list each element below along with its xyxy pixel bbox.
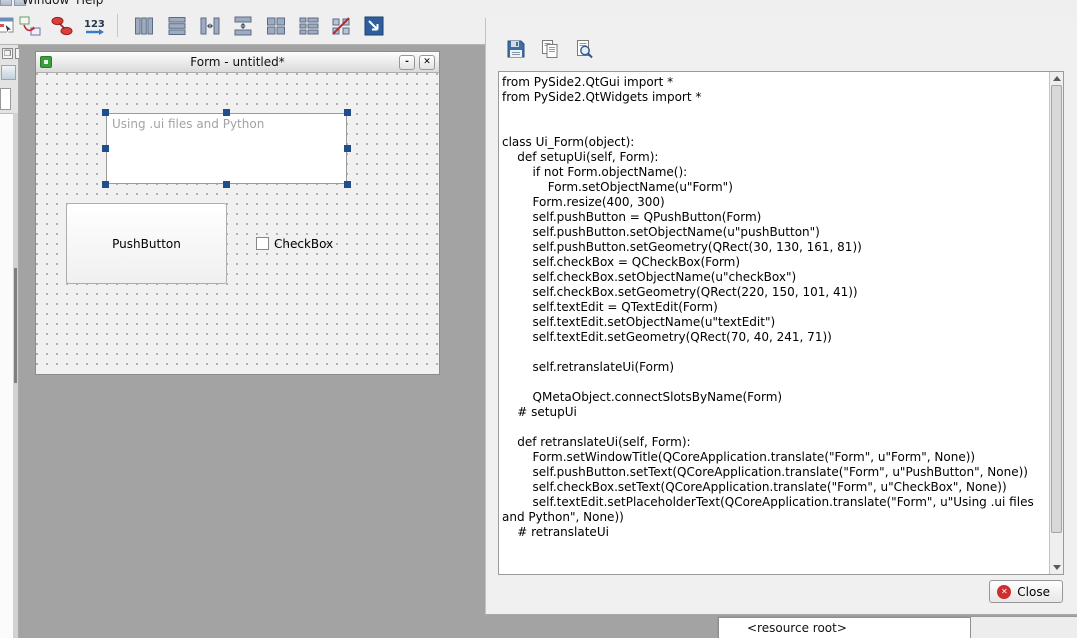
form-editor-window[interactable]: Form - untitled* - ✕ Using .ui files and… bbox=[35, 51, 440, 375]
selection-handle[interactable] bbox=[344, 181, 351, 188]
selection-handle[interactable] bbox=[223, 109, 230, 116]
layout-vertical-icon bbox=[166, 15, 188, 37]
layout-horizontal-icon bbox=[133, 15, 155, 37]
menubar: Window Help bbox=[0, 0, 1077, 8]
adjust-size-icon bbox=[363, 15, 385, 37]
layout-form-icon bbox=[298, 15, 320, 37]
textedit-widget[interactable]: Using .ui files and Python bbox=[106, 113, 347, 184]
layout-horizontally-button[interactable] bbox=[132, 14, 156, 38]
close-dialog-button[interactable]: ✕ Close bbox=[989, 580, 1063, 603]
edit-buddies-icon bbox=[51, 15, 73, 37]
code-preview-dialog: from PySide2.QtGui import * from PySide2… bbox=[485, 18, 1077, 615]
menu-help[interactable]: Help bbox=[76, 0, 103, 7]
break-layout-button[interactable] bbox=[329, 14, 353, 38]
form-canvas[interactable]: Using .ui files and Python PushButton Ch… bbox=[36, 73, 439, 373]
layout-vertical-splitter-icon bbox=[232, 15, 254, 37]
close-circle-icon: ✕ bbox=[997, 585, 1011, 599]
close-button-label: Close bbox=[1017, 585, 1050, 599]
edit-tab-order-button[interactable]: 123 bbox=[82, 14, 106, 38]
arrow-up-icon bbox=[1053, 76, 1061, 81]
resource-root-item[interactable]: <resource root> bbox=[747, 621, 847, 635]
code-scrollbar[interactable] bbox=[1049, 72, 1063, 574]
layout-horizontal-splitter-button[interactable] bbox=[198, 14, 222, 38]
checkbox-widget[interactable]: CheckBox bbox=[256, 223, 357, 264]
edit-buddies-button[interactable] bbox=[50, 14, 74, 38]
layout-horizontal-splitter-icon bbox=[199, 15, 221, 37]
layout-grid-button[interactable] bbox=[264, 14, 288, 38]
menubar-fragment-icon bbox=[0, 0, 12, 6]
textedit-placeholder: Using .ui files and Python bbox=[112, 117, 264, 131]
form-window-titlebar[interactable]: Form - untitled* - ✕ bbox=[36, 52, 439, 73]
widget-box-scrollbar[interactable] bbox=[13, 113, 18, 638]
qt-designer-app: Window Help bbox=[0, 0, 1077, 638]
svg-text:123: 123 bbox=[84, 19, 105, 30]
menu-window[interactable]: Window bbox=[22, 0, 69, 7]
widget-box-list[interactable] bbox=[0, 113, 13, 638]
code-view[interactable]: from PySide2.QtGui import * from PySide2… bbox=[498, 71, 1064, 575]
form-minimize-button[interactable]: - bbox=[399, 55, 415, 70]
resource-browser-dock: <resource root> bbox=[717, 616, 1077, 638]
dock-float-button[interactable]: ❐ bbox=[2, 48, 13, 59]
find-icon bbox=[574, 39, 594, 59]
toolbar-separator bbox=[117, 14, 118, 37]
scrollbar-thumb[interactable] bbox=[1051, 85, 1062, 533]
layout-vertical-splitter-button[interactable] bbox=[231, 14, 255, 38]
layout-vertically-button[interactable] bbox=[165, 14, 189, 38]
save-button[interactable] bbox=[504, 37, 528, 61]
layout-grid-icon bbox=[265, 15, 287, 37]
edit-tab-order-icon: 123 bbox=[83, 15, 105, 37]
checkbox-indicator[interactable] bbox=[256, 237, 269, 250]
form-close-button[interactable]: ✕ bbox=[419, 55, 435, 70]
code-dialog-toolbar bbox=[504, 37, 596, 61]
pushbutton-widget[interactable]: PushButton bbox=[66, 203, 227, 284]
form-window-title: Form - untitled* bbox=[36, 55, 439, 69]
checkbox-label: CheckBox bbox=[274, 237, 333, 251]
code-text[interactable]: from PySide2.QtGui import * from PySide2… bbox=[499, 72, 1049, 574]
form-window-icon bbox=[40, 56, 52, 68]
adjust-size-button[interactable] bbox=[362, 14, 386, 38]
arrow-down-icon bbox=[1053, 565, 1061, 570]
save-icon bbox=[506, 39, 526, 59]
edit-signals-slots-icon bbox=[19, 15, 41, 37]
widget-box-filter-input[interactable] bbox=[0, 88, 11, 110]
copy-button[interactable] bbox=[538, 37, 562, 61]
selection-handle[interactable] bbox=[102, 181, 109, 188]
resource-tree[interactable]: <resource root> bbox=[718, 617, 971, 638]
selection-handle[interactable] bbox=[344, 109, 351, 116]
selection-handle[interactable] bbox=[102, 145, 109, 152]
scroll-up-button[interactable] bbox=[1050, 72, 1063, 85]
break-layout-icon bbox=[330, 15, 352, 37]
edit-widgets-button[interactable] bbox=[0, 14, 17, 38]
find-button[interactable] bbox=[572, 37, 596, 61]
widget-box-dock: ❐ ✕ bbox=[0, 44, 19, 638]
scroll-down-button[interactable] bbox=[1050, 561, 1063, 574]
copy-icon bbox=[540, 39, 560, 59]
layout-form-button[interactable] bbox=[297, 14, 321, 38]
edit-widgets-icon bbox=[0, 15, 16, 37]
widget-box-mode-icon bbox=[1, 65, 16, 80]
selection-handle[interactable] bbox=[344, 145, 351, 152]
edit-signals-slots-button[interactable] bbox=[18, 14, 42, 38]
selection-handle[interactable] bbox=[102, 109, 109, 116]
scrollbar-thumb[interactable] bbox=[14, 268, 17, 383]
selection-handle[interactable] bbox=[223, 181, 230, 188]
float-icon: ❐ bbox=[4, 49, 11, 58]
